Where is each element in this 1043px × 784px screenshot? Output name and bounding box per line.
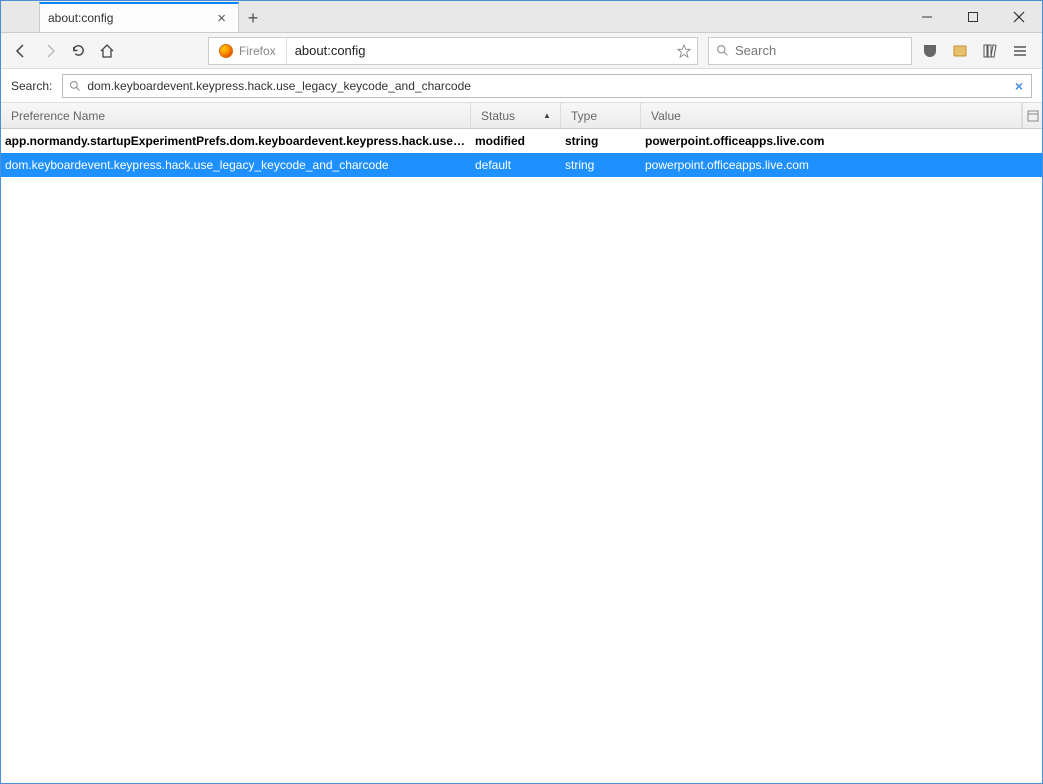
sort-ascending-icon: ▲	[543, 111, 551, 120]
tab-strip: about:config × +	[1, 1, 1042, 33]
url-bar[interactable]: Firefox about:config	[208, 37, 698, 65]
table-row[interactable]: dom.keyboardevent.keypress.hack.use_lega…	[1, 153, 1042, 177]
search-box[interactable]	[708, 37, 912, 65]
cell-name: dom.keyboardevent.keypress.hack.use_lega…	[1, 158, 471, 172]
config-search-label: Search:	[11, 79, 52, 93]
nav-toolbar: Firefox about:config	[1, 33, 1042, 69]
cell-status: default	[471, 158, 561, 172]
clear-search-icon[interactable]: ×	[1007, 78, 1031, 94]
search-icon	[63, 80, 87, 92]
cell-type: string	[561, 158, 641, 172]
tab-label: about:config	[48, 11, 213, 25]
cell-type: string	[561, 134, 641, 148]
window-controls	[904, 1, 1042, 33]
reload-button[interactable]	[66, 38, 91, 64]
url-text[interactable]: about:config	[287, 43, 671, 58]
back-button[interactable]	[9, 38, 34, 64]
config-search-box[interactable]: ×	[62, 74, 1032, 98]
identity-label: Firefox	[239, 44, 276, 58]
forward-button[interactable]	[38, 38, 63, 64]
cell-status: modified	[471, 134, 561, 148]
header-value[interactable]: Value	[641, 103, 1022, 128]
cell-name: app.normandy.startupExperimentPrefs.dom.…	[1, 134, 471, 148]
close-window-button[interactable]	[996, 1, 1042, 33]
extension-icon[interactable]	[946, 37, 974, 65]
search-input[interactable]	[735, 43, 911, 58]
bookmark-star-icon[interactable]	[671, 44, 697, 58]
header-status[interactable]: Status ▲	[471, 103, 561, 128]
column-picker-icon[interactable]	[1022, 103, 1042, 128]
toolbar-right-icons	[916, 37, 1034, 65]
firefox-icon	[219, 44, 233, 58]
table-body: app.normandy.startupExperimentPrefs.dom.…	[1, 129, 1042, 783]
header-preference-name[interactable]: Preference Name	[1, 103, 471, 128]
library-icon[interactable]	[976, 37, 1004, 65]
cell-value: powerpoint.officeapps.live.com	[641, 134, 1042, 148]
tab-active[interactable]: about:config ×	[39, 2, 239, 32]
new-tab-button[interactable]: +	[239, 4, 267, 32]
ublock-icon[interactable]	[916, 37, 944, 65]
config-search-bar: Search: ×	[1, 69, 1042, 103]
config-search-input[interactable]	[87, 79, 1007, 93]
identity-box[interactable]: Firefox	[209, 38, 287, 64]
close-icon[interactable]: ×	[213, 10, 230, 27]
menu-icon[interactable]	[1006, 37, 1034, 65]
header-type[interactable]: Type	[561, 103, 641, 128]
cell-value: powerpoint.officeapps.live.com	[641, 158, 1042, 172]
minimize-button[interactable]	[904, 1, 950, 33]
table-headers: Preference Name Status ▲ Type Value	[1, 103, 1042, 129]
search-icon	[709, 44, 735, 57]
maximize-button[interactable]	[950, 1, 996, 33]
home-button[interactable]	[95, 38, 120, 64]
table-row[interactable]: app.normandy.startupExperimentPrefs.dom.…	[1, 129, 1042, 153]
browser-window: about:config × +	[0, 0, 1043, 784]
